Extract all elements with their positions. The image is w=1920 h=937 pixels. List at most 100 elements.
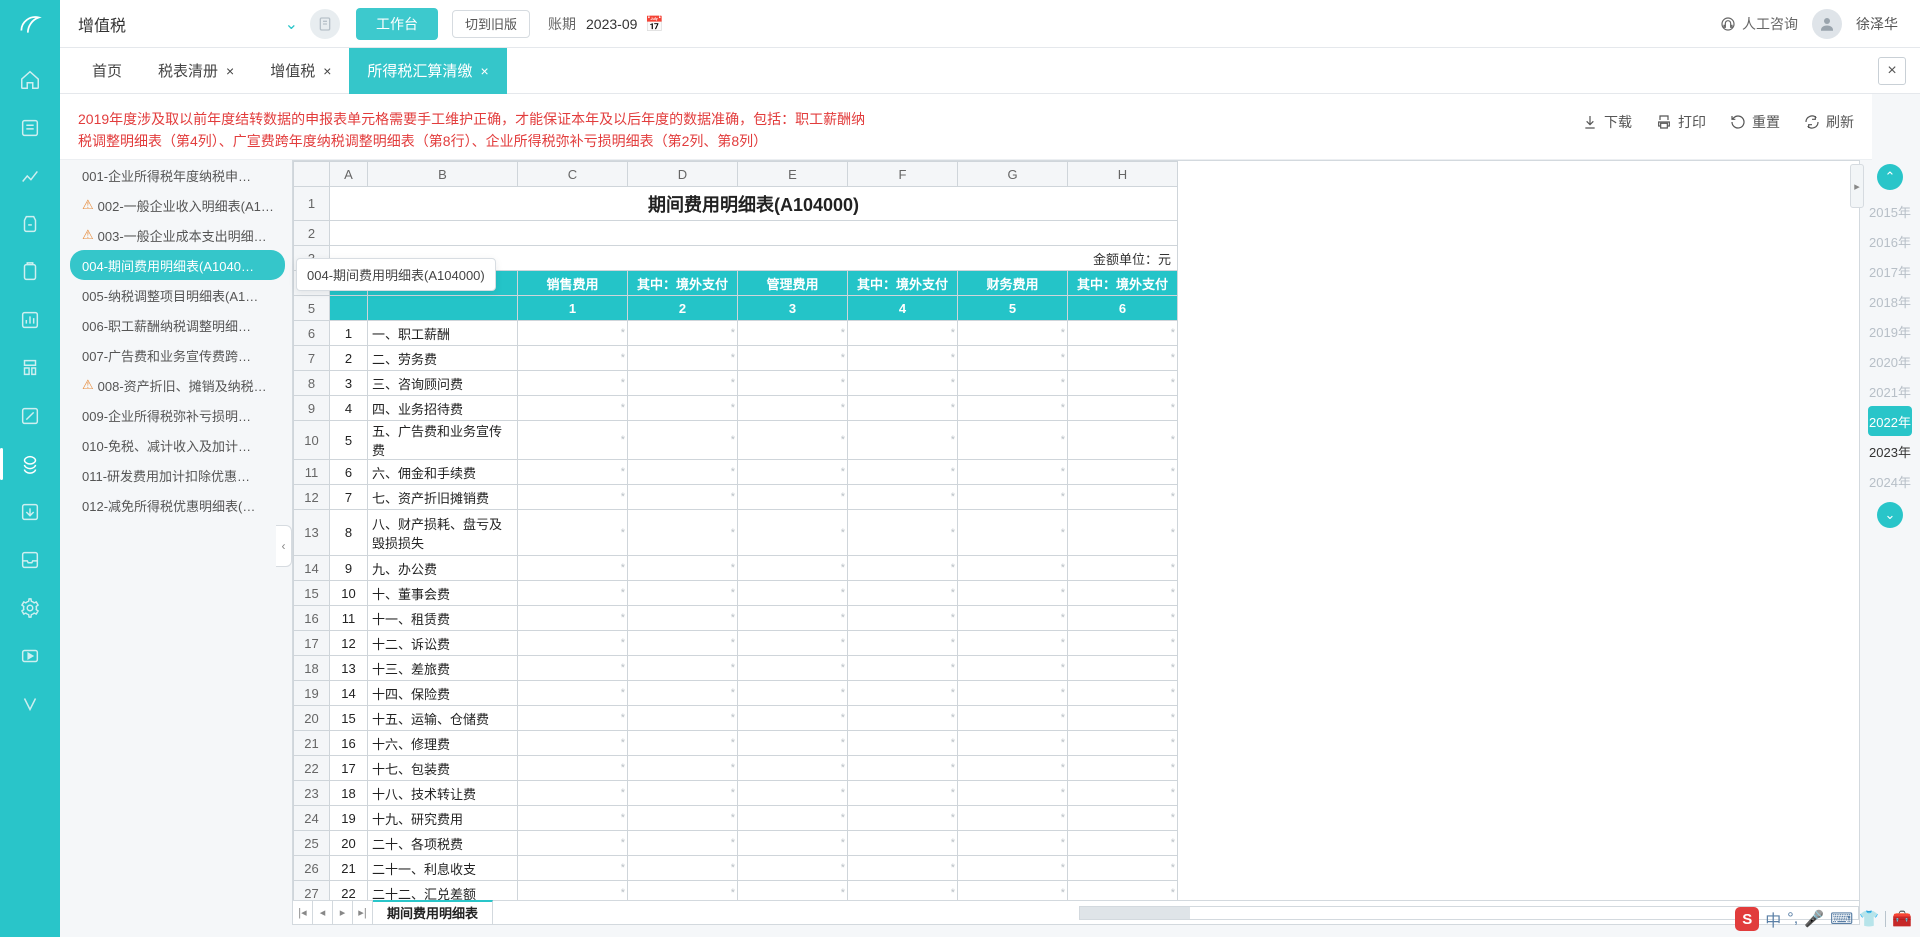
ime-skin-icon[interactable]: 👕 <box>1859 909 1879 929</box>
ime-toolbox-icon[interactable]: 🧰 <box>1892 909 1912 929</box>
data-cell[interactable]: * <box>628 321 738 346</box>
calendar-icon[interactable]: 📅 <box>645 15 664 33</box>
data-cell[interactable]: * <box>1068 831 1178 856</box>
data-cell[interactable]: * <box>848 321 958 346</box>
data-cell[interactable]: * <box>848 831 958 856</box>
data-cell[interactable]: * <box>628 421 738 460</box>
data-cell[interactable]: * <box>628 781 738 806</box>
data-cell[interactable]: * <box>848 606 958 631</box>
data-cell[interactable]: * <box>848 681 958 706</box>
nav-tax-active[interactable] <box>0 442 60 486</box>
nav-v[interactable] <box>0 682 60 726</box>
tab-vat[interactable]: 增值税× <box>252 48 349 94</box>
data-cell[interactable]: * <box>518 856 628 881</box>
col-header[interactable]: A <box>330 162 368 187</box>
form-item[interactable]: ⚠002-一般企业收入明细表(A1… <box>70 190 285 220</box>
data-cell[interactable]: * <box>628 656 738 681</box>
data-cell[interactable]: * <box>518 556 628 581</box>
data-cell[interactable]: * <box>628 396 738 421</box>
data-cell[interactable]: * <box>958 371 1068 396</box>
data-cell[interactable]: * <box>738 346 848 371</box>
data-cell[interactable]: * <box>518 656 628 681</box>
data-cell[interactable]: * <box>1068 681 1178 706</box>
data-cell[interactable]: * <box>738 656 848 681</box>
data-cell[interactable]: * <box>628 606 738 631</box>
data-cell[interactable]: * <box>518 806 628 831</box>
data-cell[interactable]: * <box>848 396 958 421</box>
download-button[interactable]: 下载 <box>1582 112 1632 132</box>
data-cell[interactable]: * <box>1068 396 1178 421</box>
tab-home[interactable]: 首页 <box>74 48 140 94</box>
data-cell[interactable]: * <box>958 681 1068 706</box>
data-cell[interactable]: * <box>848 510 958 556</box>
nav-funds[interactable] <box>0 202 60 246</box>
data-cell[interactable]: * <box>1068 321 1178 346</box>
year-item[interactable]: 2024年 <box>1868 466 1912 496</box>
data-cell[interactable]: * <box>1068 856 1178 881</box>
data-cell[interactable]: * <box>738 731 848 756</box>
nav-export[interactable] <box>0 490 60 534</box>
sheet-nav-next[interactable]: ▸ <box>333 901 353 925</box>
data-cell[interactable]: * <box>738 556 848 581</box>
scroll-thumb[interactable] <box>1080 907 1190 919</box>
close-icon[interactable]: × <box>480 63 488 79</box>
data-cell[interactable]: * <box>738 581 848 606</box>
data-cell[interactable]: * <box>518 631 628 656</box>
close-icon[interactable]: × <box>226 63 234 79</box>
data-cell[interactable]: * <box>738 706 848 731</box>
data-cell[interactable]: * <box>738 510 848 556</box>
data-cell[interactable]: * <box>958 881 1068 902</box>
nav-report[interactable] <box>0 298 60 342</box>
data-cell[interactable]: * <box>848 731 958 756</box>
col-header[interactable]: B <box>368 162 518 187</box>
form-item[interactable]: 012-减免所得税优惠明细表(… <box>70 490 285 520</box>
spreadsheet[interactable]: ABCDEFGH1期间费用明细表(A104000)23金额单位：元4行次项 目销… <box>292 160 1860 901</box>
sheet-nav-prev[interactable]: ◂ <box>313 901 333 925</box>
nav-clipboard[interactable] <box>0 250 60 294</box>
nav-inbox[interactable] <box>0 538 60 582</box>
data-cell[interactable]: * <box>1068 706 1178 731</box>
nav-video[interactable] <box>0 634 60 678</box>
data-cell[interactable]: * <box>738 371 848 396</box>
period-value[interactable]: 2023-09 <box>586 16 637 32</box>
data-cell[interactable]: * <box>738 856 848 881</box>
data-cell[interactable]: * <box>1068 631 1178 656</box>
form-item[interactable]: 011-研发费用加计扣除优惠… <box>70 460 285 490</box>
data-cell[interactable]: * <box>738 781 848 806</box>
data-cell[interactable]: * <box>848 371 958 396</box>
data-cell[interactable]: * <box>738 321 848 346</box>
data-cell[interactable]: * <box>628 371 738 396</box>
data-cell[interactable]: * <box>628 806 738 831</box>
nav-template[interactable] <box>0 346 60 390</box>
year-item[interactable]: 2016年 <box>1868 226 1912 256</box>
data-cell[interactable]: * <box>628 556 738 581</box>
data-cell[interactable]: * <box>738 756 848 781</box>
data-cell[interactable]: * <box>1068 606 1178 631</box>
data-cell[interactable]: * <box>518 681 628 706</box>
close-all-icon[interactable]: × <box>1878 57 1906 85</box>
sheet-nav-first[interactable]: |◂ <box>293 901 313 925</box>
data-cell[interactable]: * <box>1068 756 1178 781</box>
year-item[interactable]: 2019年 <box>1868 316 1912 346</box>
data-cell[interactable]: * <box>1068 781 1178 806</box>
data-cell[interactable]: * <box>628 831 738 856</box>
data-cell[interactable]: * <box>518 581 628 606</box>
data-cell[interactable]: * <box>848 460 958 485</box>
data-cell[interactable]: * <box>628 731 738 756</box>
year-down-icon[interactable]: ⌄ <box>1877 502 1903 528</box>
data-cell[interactable]: * <box>1068 731 1178 756</box>
form-item[interactable]: 005-纳税调整项目明细表(A1… <box>70 280 285 310</box>
user-name[interactable]: 徐泽华 <box>1856 14 1898 34</box>
avatar[interactable] <box>1812 9 1842 39</box>
data-cell[interactable]: * <box>738 606 848 631</box>
data-cell[interactable]: * <box>738 881 848 902</box>
tab-tax-list[interactable]: 税表清册× <box>140 48 252 94</box>
data-cell[interactable]: * <box>1068 806 1178 831</box>
year-item[interactable]: 2021年 <box>1868 376 1912 406</box>
data-cell[interactable]: * <box>848 631 958 656</box>
data-cell[interactable]: * <box>848 581 958 606</box>
print-button[interactable]: 打印 <box>1656 112 1706 132</box>
data-cell[interactable]: * <box>848 556 958 581</box>
year-item[interactable]: 2015年 <box>1868 196 1912 226</box>
data-cell[interactable]: * <box>628 346 738 371</box>
